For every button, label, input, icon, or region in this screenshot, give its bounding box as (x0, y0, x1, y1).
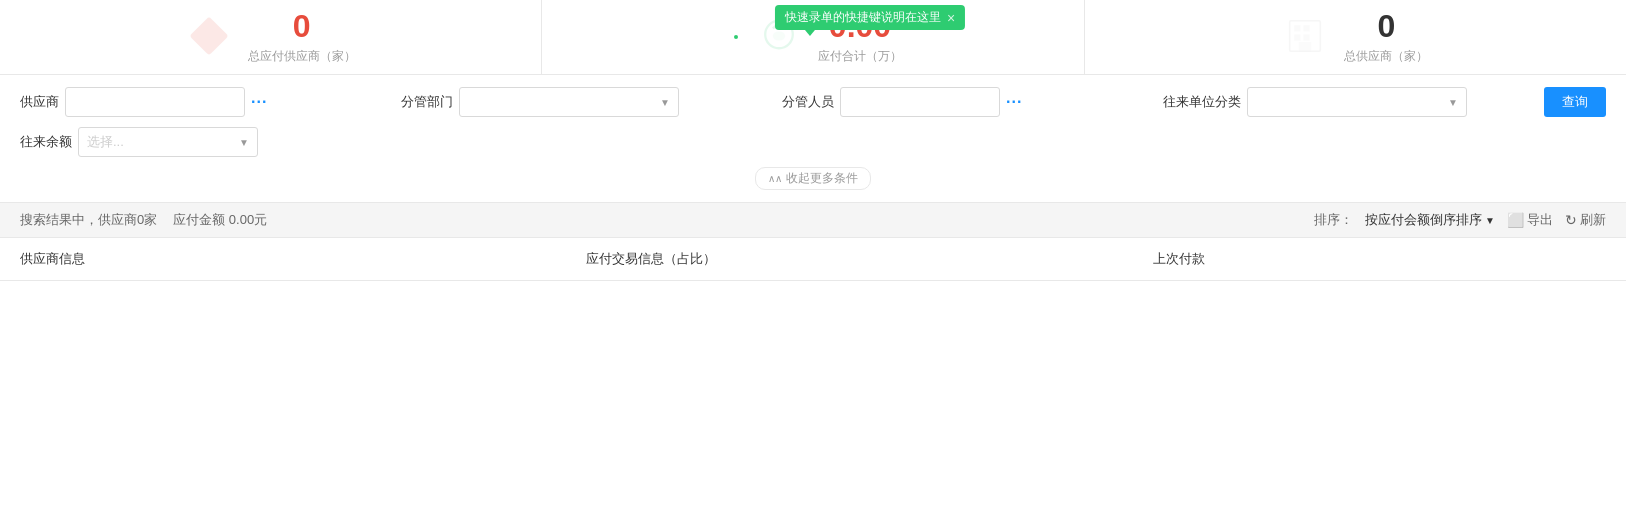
search-row-1: 供应商 ··· 分管部门 ▼ 分管人员 ··· 往来单位分类 ▼ (20, 87, 1606, 117)
shortcut-tooltip: 快速录单的快捷键说明在这里 × (775, 5, 965, 30)
payable-total-label: 应付合计（万） (818, 48, 902, 65)
results-info-group: 搜索结果中，供应商0家 应付金额 0.00元 (20, 211, 267, 229)
query-button[interactable]: 查询 (1544, 87, 1606, 117)
supplier-label: 供应商 (20, 93, 59, 111)
collapse-up-icon: ∧∧ (768, 173, 782, 184)
table-header: 供应商信息 应付交易信息（占比） 上次付款 (0, 238, 1626, 281)
balance-select[interactable]: 选择... ▼ (78, 127, 258, 157)
collapse-row: ∧∧ 收起更多条件 (20, 167, 1606, 190)
sort-chevron-icon: ▼ (1485, 215, 1495, 226)
category-label: 往来单位分类 (1163, 93, 1241, 111)
diamond-icon: ¥ (186, 13, 232, 59)
category-chevron-icon: ▼ (1448, 97, 1458, 108)
col-transaction-header: 应付交易信息（占比） (586, 250, 1152, 268)
collapse-label: 收起更多条件 (786, 170, 858, 187)
stats-bar: ¥ 0 总应付供应商（家） 快速录单的快捷键说明在这里 × 0.00 应付合计（… (0, 0, 1626, 75)
tooltip-close-button[interactable]: × (947, 11, 955, 25)
total-suppliers-number: 0 (1377, 9, 1395, 44)
svg-rect-8 (1304, 34, 1310, 40)
balance-field-group: 往来余额 选择... ▼ (20, 127, 340, 157)
svg-rect-6 (1304, 25, 1310, 31)
dept-chevron-icon: ▼ (660, 97, 670, 108)
sort-select[interactable]: 按应付会额倒序排序 ▼ (1365, 211, 1495, 229)
svg-rect-5 (1295, 25, 1301, 31)
search-section: 供应商 ··· 分管部门 ▼ 分管人员 ··· 往来单位分类 ▼ (0, 75, 1626, 203)
refresh-label: 刷新 (1580, 211, 1606, 229)
payable-suppliers-label: 总应付供应商（家） (248, 48, 356, 65)
export-label: 导出 (1527, 211, 1553, 229)
col-last-payment-header: 上次付款 (1153, 250, 1606, 268)
stat-payable-suppliers: ¥ 0 总应付供应商（家） (0, 0, 542, 74)
person-field-group: 分管人员 ··· (782, 87, 1155, 117)
col-supplier-info-header: 供应商信息 (20, 250, 586, 268)
svg-rect-9 (1299, 42, 1311, 51)
svg-point-3 (773, 31, 785, 40)
refresh-icon: ↻ (1565, 212, 1577, 228)
dept-select[interactable]: ▼ (459, 87, 679, 117)
building-icon (1282, 13, 1328, 59)
results-count: 搜索结果中，供应商0家 (20, 211, 157, 229)
category-field-group: 往来单位分类 ▼ (1163, 87, 1536, 117)
stat-payable-total: 快速录单的快捷键说明在这里 × 0.00 应付合计（万） (542, 0, 1084, 74)
person-label: 分管人员 (782, 93, 834, 111)
svg-rect-7 (1295, 34, 1301, 40)
dept-label: 分管部门 (401, 93, 453, 111)
dept-field-group: 分管部门 ▼ (401, 87, 774, 117)
results-bar: 搜索结果中，供应商0家 应付金额 0.00元 排序： 按应付会额倒序排序 ▼ ⬜… (0, 203, 1626, 238)
stat-total-suppliers: 0 总供应商（家） (1085, 0, 1626, 74)
collapse-button[interactable]: ∧∧ 收起更多条件 (755, 167, 871, 190)
sort-label: 排序： (1314, 211, 1353, 229)
supplier-input[interactable] (65, 87, 245, 117)
balance-placeholder: 选择... (87, 133, 124, 151)
search-row-2: 往来余额 选择... ▼ (20, 127, 1606, 157)
tooltip-text: 快速录单的快捷键说明在这里 (785, 9, 941, 26)
refresh-button[interactable]: ↻ 刷新 (1565, 211, 1606, 229)
sort-value: 按应付会额倒序排序 (1365, 211, 1482, 229)
payable-suppliers-number: 0 (293, 9, 311, 44)
results-actions: 排序： 按应付会额倒序排序 ▼ ⬜ 导出 ↻ 刷新 (1314, 211, 1606, 229)
person-input[interactable] (840, 87, 1000, 117)
export-button[interactable]: ⬜ 导出 (1507, 211, 1553, 229)
total-suppliers-label: 总供应商（家） (1344, 48, 1428, 65)
results-amount: 应付金额 0.00元 (173, 211, 267, 229)
svg-text:¥: ¥ (205, 28, 212, 42)
balance-label: 往来余额 (20, 133, 72, 151)
supplier-dots[interactable]: ··· (251, 93, 267, 111)
table-body (0, 281, 1626, 515)
tooltip-dot (732, 33, 740, 41)
balance-chevron-icon: ▼ (239, 137, 249, 148)
category-select[interactable]: ▼ (1247, 87, 1467, 117)
supplier-field-group: 供应商 ··· (20, 87, 393, 117)
person-dots[interactable]: ··· (1006, 93, 1022, 111)
export-icon: ⬜ (1507, 212, 1524, 228)
